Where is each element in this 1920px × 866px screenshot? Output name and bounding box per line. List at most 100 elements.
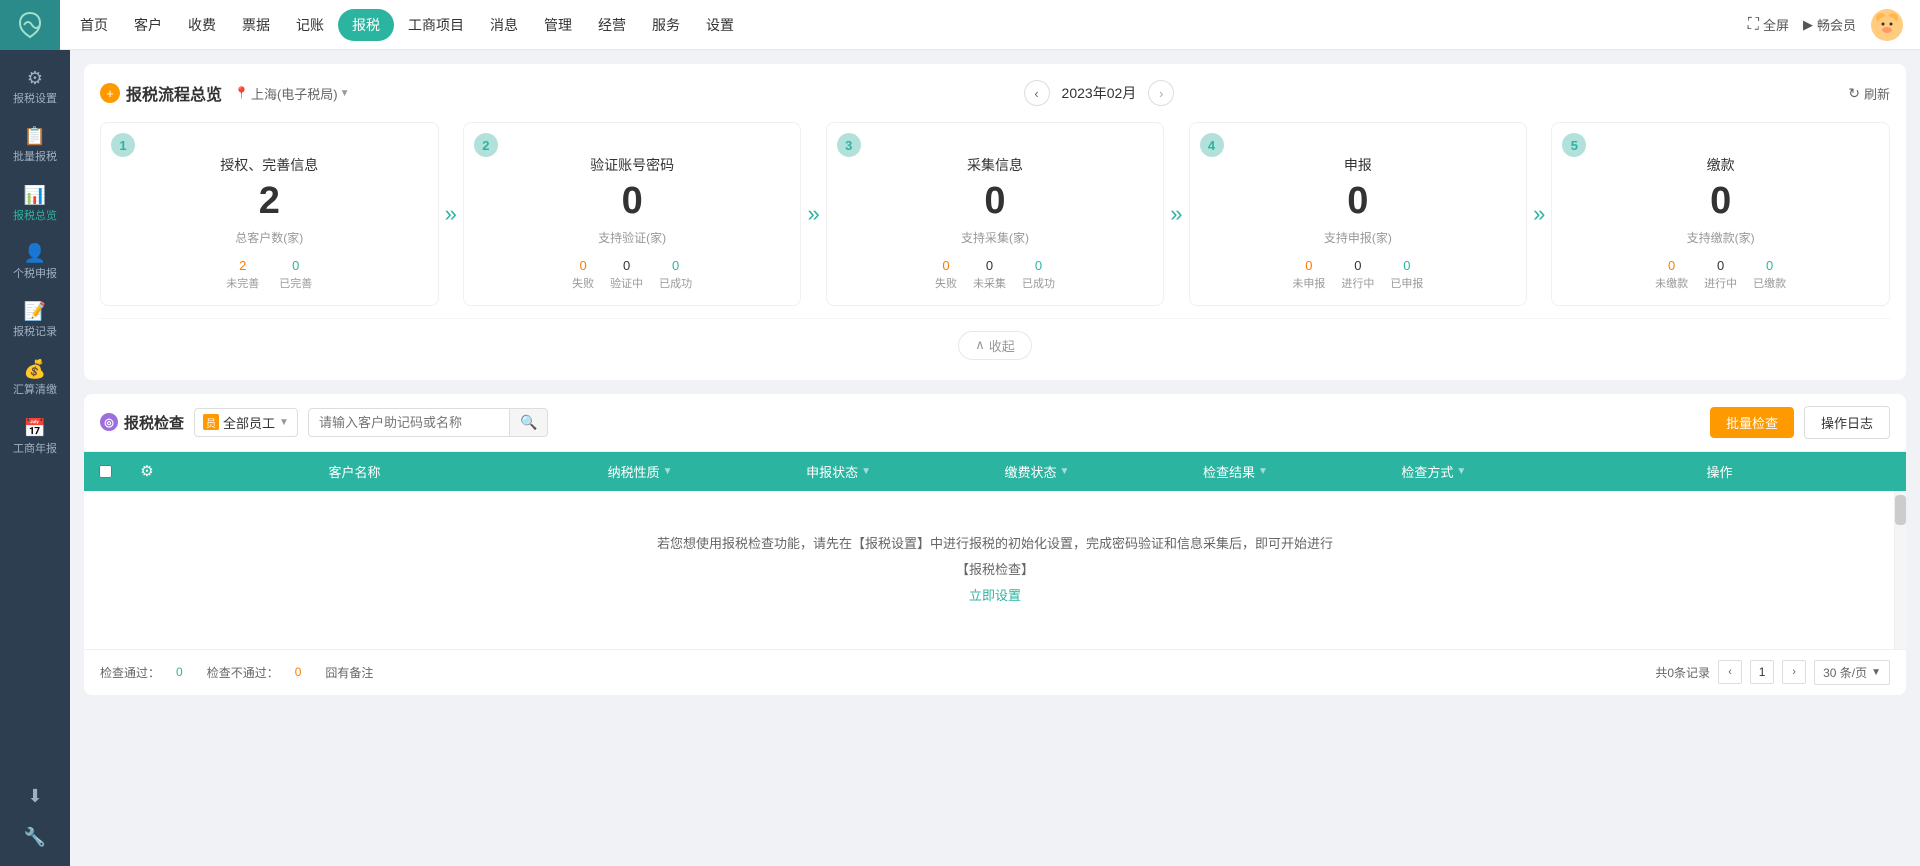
sidebar-item-tax-settings[interactable]: ⚙ 报税设置 — [0, 58, 70, 116]
prev-page-button[interactable]: ‹ — [1718, 660, 1742, 684]
sidebar-item-download[interactable]: ⬇ — [0, 776, 70, 817]
step-card-4: 4 申报 0 支持申报(家) 0 未申报 0 进行中 — [1189, 122, 1528, 306]
stat-3-1-num: 0 — [986, 258, 993, 273]
operation-log-button[interactable]: 操作日志 — [1804, 406, 1890, 439]
declare-filter-icon: ▼ — [861, 466, 871, 477]
th-checkbox[interactable] — [84, 452, 126, 491]
th-check-method[interactable]: 检查方式 ▼ — [1335, 452, 1533, 491]
nav-item-accounting[interactable]: 记账 — [284, 9, 336, 41]
sidebar-item-tax-overview[interactable]: 📊 报税总览 — [0, 175, 70, 233]
fullscreen-icon: ⛶ — [1748, 16, 1759, 34]
stat-1-1-label: 已完善 — [279, 275, 312, 291]
per-page-arrow: ▼ — [1871, 667, 1881, 678]
nav-item-tax[interactable]: 报税 — [338, 9, 394, 41]
table-header: ⚙ 客户名称 纳税性质 ▼ 申报状态 ▼ 缴费状态 ▼ 检查结果 ▼ — [84, 452, 1906, 491]
avatar[interactable] — [1870, 8, 1904, 42]
th-declare-status[interactable]: 申报状态 ▼ — [739, 452, 937, 491]
step-number-4: 4 — [1200, 133, 1224, 157]
step-number-3: 3 — [837, 133, 861, 157]
stat-4-2-num: 0 — [1403, 258, 1410, 273]
nav-item-manage[interactable]: 管理 — [532, 9, 584, 41]
check-panel: ◎ 报税检查 员 全部员工 ▼ 🔍 批量检查 操作日志 — [84, 394, 1906, 695]
tax-settings-icon: ⚙ — [27, 68, 43, 89]
stat-2-2-label: 已成功 — [659, 275, 692, 291]
stat-2-2-num: 0 — [672, 258, 679, 273]
select-all-checkbox[interactable] — [99, 465, 112, 478]
nav-item-business[interactable]: 工商项目 — [396, 9, 476, 41]
step-count-2: 0 — [622, 181, 643, 223]
stat-1-0-label: 未完善 — [226, 275, 259, 291]
fullscreen-button[interactable]: ⛶ 全屏 — [1748, 15, 1789, 34]
vip-button[interactable]: ▶ 畅会员 — [1803, 15, 1856, 34]
th-pay-status[interactable]: 缴费状态 ▼ — [938, 452, 1136, 491]
step-stats-1: 2 未完善 0 已完善 — [226, 258, 312, 291]
stat-4-1-num: 0 — [1354, 258, 1361, 273]
sidebar-item-config[interactable]: 🔧 — [0, 817, 70, 858]
sidebar-item-settlement[interactable]: 💰 汇算清缴 — [0, 349, 70, 407]
setup-link[interactable]: 立即设置 — [969, 583, 1021, 609]
stat-3-2-num: 0 — [1035, 258, 1042, 273]
stat-5-2-label: 已缴款 — [1753, 275, 1786, 291]
nav-item-message[interactable]: 消息 — [478, 9, 530, 41]
th-gear[interactable]: ⚙ — [126, 452, 168, 491]
stat-4-0-num: 0 — [1305, 258, 1312, 273]
page-1-button[interactable]: 1 — [1750, 660, 1774, 684]
refresh-button[interactable]: ↻ 刷新 — [1848, 84, 1890, 103]
sidebar: ⚙ 报税设置 📋 批量报税 📊 报税总览 👤 个税申报 📝 报税记录 💰 汇算清… — [0, 50, 70, 866]
location-selector[interactable]: 📍 上海(电子税局) ▼ — [234, 84, 350, 103]
step-unit-5: 支持缴款(家) — [1687, 229, 1755, 246]
footer-stats: 检查通过：0 检查不通过：0 囧有备注 — [100, 664, 373, 681]
nav-item-service[interactable]: 服务 — [640, 9, 692, 41]
nav-item-invoice[interactable]: 票据 — [230, 9, 282, 41]
step-count-3: 0 — [984, 181, 1005, 223]
step-card-2: 2 验证账号密码 0 支持验证(家) 0 失败 0 验证中 — [463, 122, 802, 306]
step-arrow-4: » — [1527, 122, 1551, 306]
collapse-button[interactable]: ∧ 收起 — [958, 331, 1032, 360]
next-page-button[interactable]: › — [1782, 660, 1806, 684]
step-stats-2: 0 失败 0 验证中 0 已成功 — [572, 258, 692, 291]
check-title: ◎ 报税检查 — [100, 412, 184, 433]
nav-item-settings[interactable]: 设置 — [694, 9, 746, 41]
stat-4-2-label: 已申报 — [1390, 275, 1423, 291]
staff-filter[interactable]: 员 全部员工 ▼ — [194, 408, 298, 437]
annual-report-icon: 📅 — [24, 418, 46, 439]
th-check-result[interactable]: 检查结果 ▼ — [1136, 452, 1334, 491]
step-title-4: 申报 — [1344, 155, 1372, 175]
table-empty-state: 若您想使用报税检查功能，请先在【报税设置】中进行报税的初始化设置，完成密码验证和… — [84, 491, 1906, 649]
nav-item-fee[interactable]: 收费 — [176, 9, 228, 41]
stat-5-2-num: 0 — [1766, 258, 1773, 273]
pagination: 共0条记录 ‹ 1 › 30 条/页 ▼ — [1655, 660, 1890, 685]
nav-item-customer[interactable]: 客户 — [122, 9, 174, 41]
stat-5-1-num: 0 — [1717, 258, 1724, 273]
step-count-1: 2 — [259, 181, 280, 223]
search-button[interactable]: 🔍 — [509, 409, 547, 436]
nav-item-operation[interactable]: 经营 — [586, 9, 638, 41]
step-stats-4: 0 未申报 0 进行中 0 已申报 — [1292, 258, 1423, 291]
search-box: 🔍 — [308, 408, 548, 437]
step-title-5: 缴款 — [1707, 155, 1735, 175]
sidebar-item-batch-tax[interactable]: 📋 批量报税 — [0, 116, 70, 174]
th-tax-type[interactable]: 纳税性质 ▼ — [541, 452, 739, 491]
nav-item-home[interactable]: 首页 — [68, 9, 120, 41]
staff-filter-icon: 员 — [203, 414, 219, 430]
step-count-4: 0 — [1347, 181, 1368, 223]
prev-month-button[interactable]: ‹ — [1024, 80, 1050, 106]
step-unit-4: 支持申报(家) — [1324, 229, 1392, 246]
step-card-5: 5 缴款 0 支持缴款(家) 0 未缴款 0 进行中 — [1551, 122, 1890, 306]
stat-2-0-num: 0 — [580, 258, 587, 273]
sidebar-item-tax-records[interactable]: 📝 报税记录 — [0, 291, 70, 349]
search-input[interactable] — [309, 410, 509, 435]
location-icon: 📍 — [234, 86, 249, 100]
next-month-button[interactable]: › — [1148, 80, 1174, 106]
sidebar-item-annual-report[interactable]: 📅 工商年报 — [0, 408, 70, 466]
check-fail-count[interactable]: 0 — [295, 665, 302, 679]
batch-check-button[interactable]: 批量检查 — [1710, 407, 1794, 438]
stat-5-1-label: 进行中 — [1704, 275, 1737, 291]
tax-records-icon: 📝 — [24, 301, 46, 322]
sidebar-item-personal-tax[interactable]: 👤 个税申报 — [0, 233, 70, 291]
step-arrow-2: » — [801, 122, 825, 306]
check-pass-count[interactable]: 0 — [176, 665, 183, 679]
pay-filter-icon: ▼ — [1060, 466, 1070, 477]
per-page-selector[interactable]: 30 条/页 ▼ — [1814, 660, 1890, 685]
has-note: 囧有备注 — [325, 664, 373, 681]
